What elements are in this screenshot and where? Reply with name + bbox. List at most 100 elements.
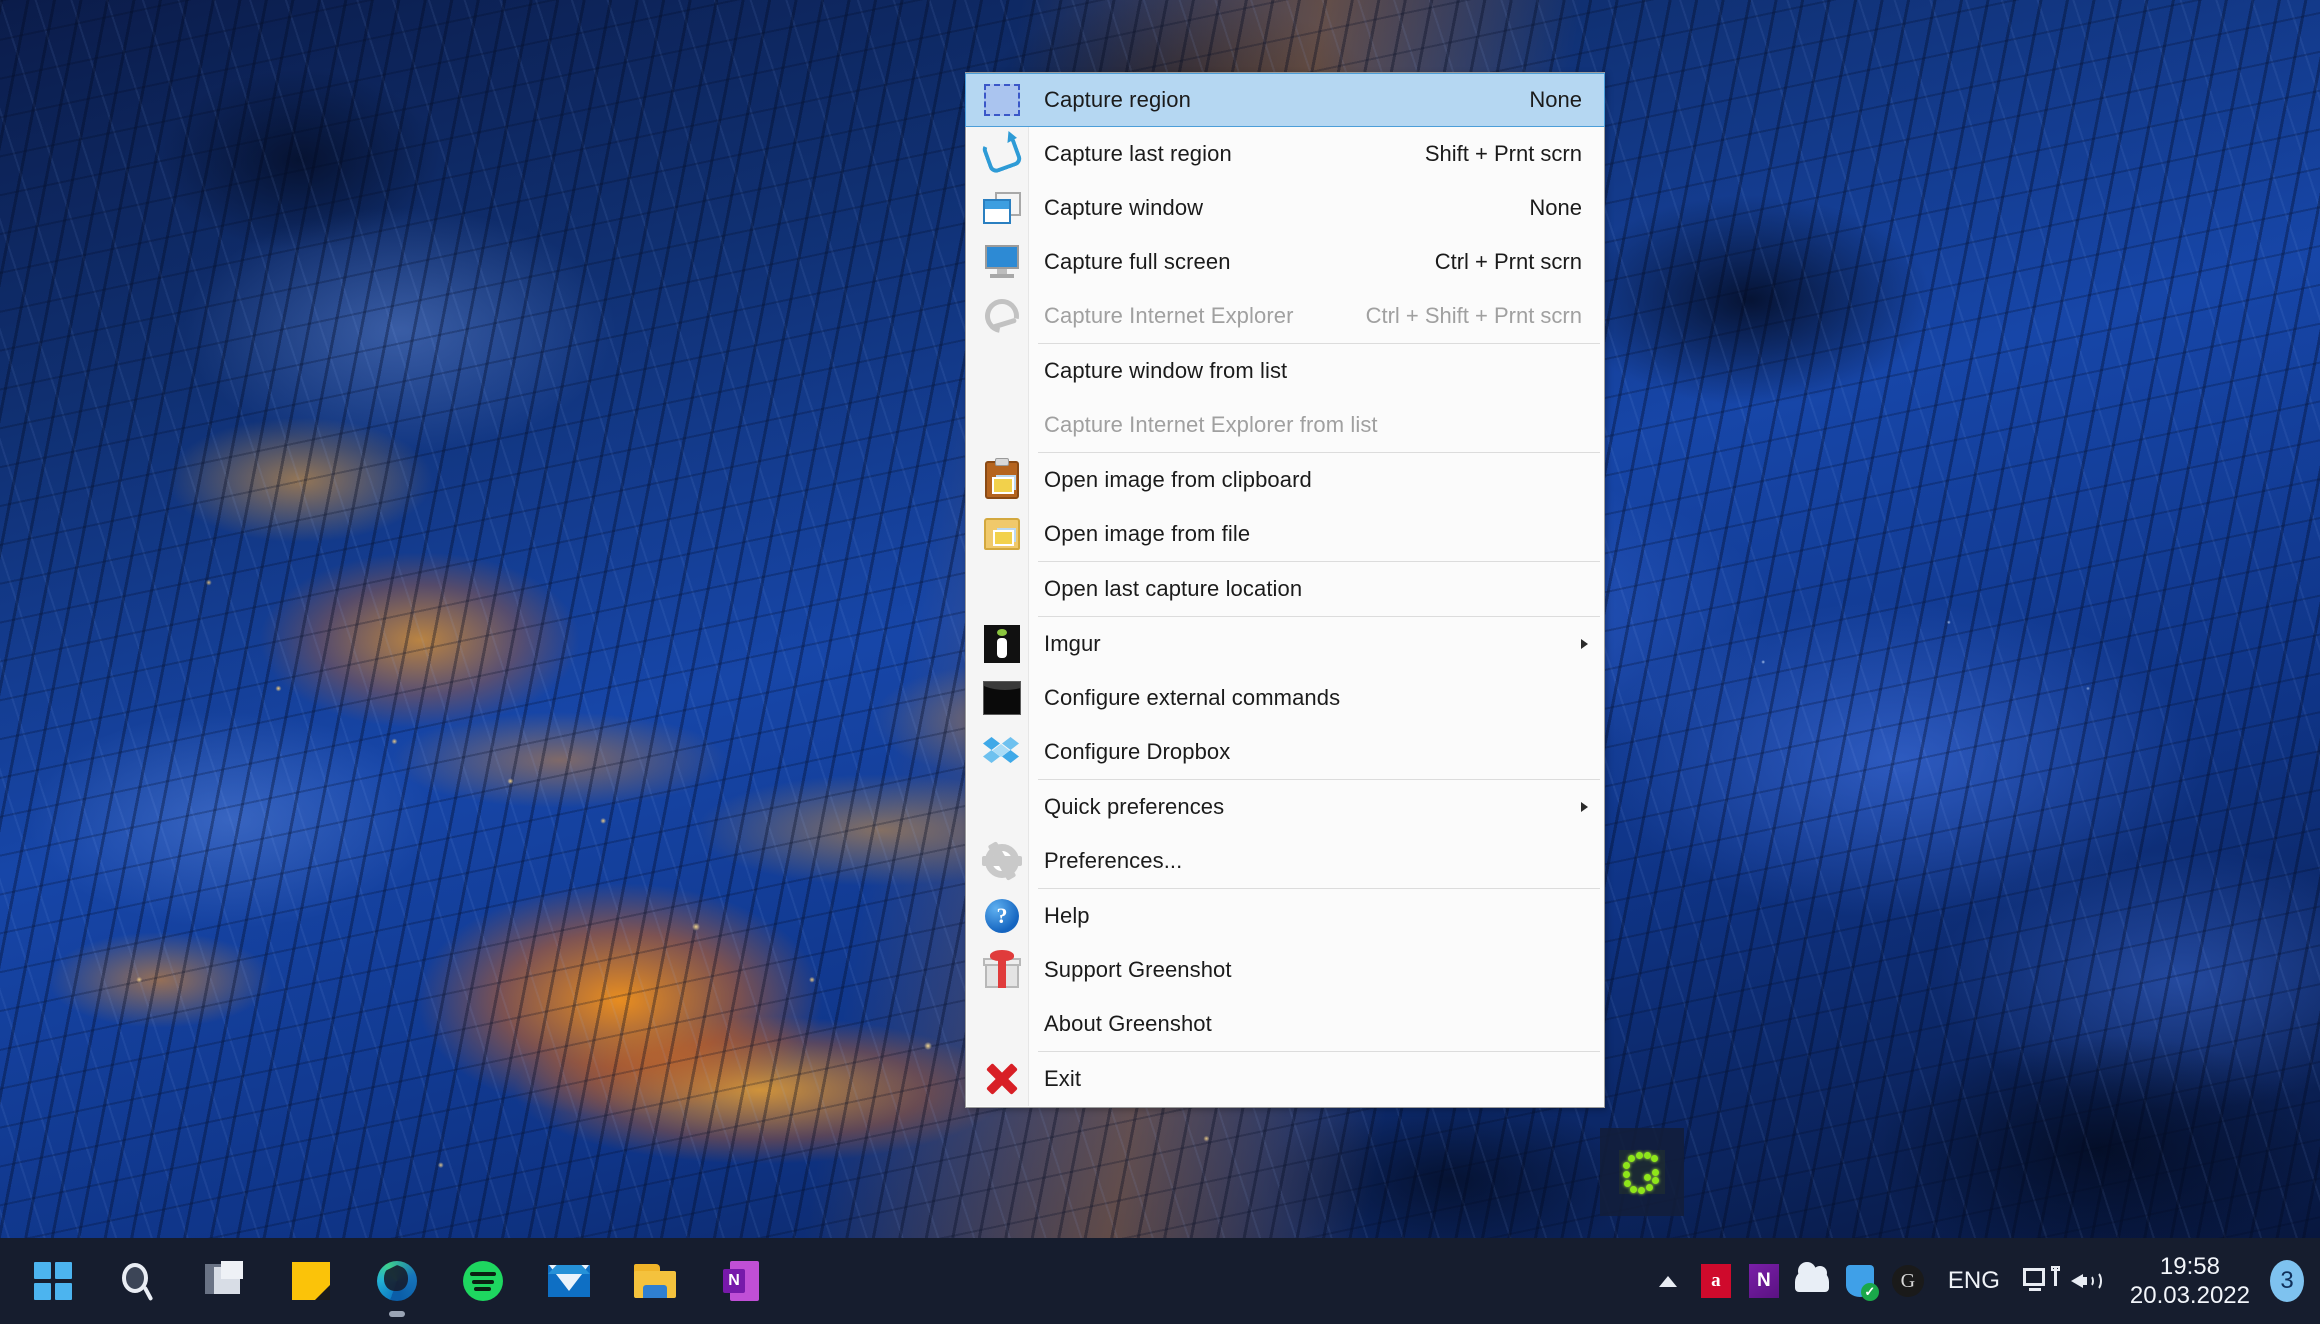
menu-item-label: Open last capture location <box>1044 576 1303 601</box>
menu-item-open-image-from-clipboard[interactable]: Open image from clipboard <box>966 453 1604 507</box>
spotify-button[interactable] <box>440 1238 526 1324</box>
volume-icon <box>2070 1266 2105 1296</box>
menu-item-label: Capture full screen <box>1044 249 1231 274</box>
file-explorer-button[interactable] <box>612 1238 698 1324</box>
active-app-indicator <box>389 1311 405 1317</box>
menu-item-label: Quick preferences <box>1044 794 1225 819</box>
onenote-button[interactable]: N <box>698 1238 784 1324</box>
sticky-notes-icon <box>292 1262 330 1300</box>
empty-icon-slot <box>976 785 1028 829</box>
clock-time: 19:58 <box>2159 1252 2220 1280</box>
menu-item-label: Capture region <box>1044 87 1191 112</box>
menu-item-exit[interactable]: Exit <box>966 1052 1604 1106</box>
menu-item-label: Capture window <box>1044 195 1204 220</box>
menu-item-capture-full-screen[interactable]: Capture full screen Ctrl + Prnt scrn <box>966 235 1604 289</box>
menu-item-label: Open image from file <box>1044 521 1251 546</box>
help-icon: ? <box>976 894 1028 938</box>
search-icon <box>120 1262 158 1302</box>
menu-item-capture-region[interactable]: Capture region None <box>965 73 1605 127</box>
clipboard-image-icon <box>976 458 1028 502</box>
menu-item-label: Help <box>1044 903 1090 928</box>
taskbar-apps: N <box>0 1238 784 1324</box>
menu-item-label: Support Greenshot <box>1044 957 1232 982</box>
edge-icon <box>377 1261 417 1301</box>
notification-badge[interactable]: 3 <box>2270 1260 2304 1302</box>
language-indicator[interactable]: ENG <box>1932 1267 2016 1295</box>
menu-item-capture-window[interactable]: Capture window None <box>966 181 1604 235</box>
greenshot-logo-icon <box>1619 1150 1665 1194</box>
amd-icon: a <box>1700 1264 1731 1298</box>
empty-icon-slot <box>976 403 1028 447</box>
sticky-notes-button[interactable] <box>268 1238 354 1324</box>
menu-item-help[interactable]: ? Help <box>966 889 1604 943</box>
submenu-arrow-icon <box>1581 639 1588 649</box>
search-button[interactable] <box>96 1238 182 1324</box>
menu-item-capture-internet-explorer: Capture Internet Explorer Ctrl + Shift +… <box>966 289 1604 343</box>
menu-item-capture-window-from-list[interactable]: Capture window from list <box>966 344 1604 398</box>
greenshot-tray-flyout[interactable] <box>1600 1128 1684 1216</box>
empty-icon-slot <box>976 567 1028 611</box>
menu-item-label: Preferences... <box>1044 848 1183 873</box>
mail-button[interactable] <box>526 1238 612 1324</box>
network-icon <box>2022 1266 2060 1296</box>
clock[interactable]: 19:58 20.03.2022 <box>2112 1252 2262 1311</box>
onenote-icon: N <box>723 1261 759 1301</box>
folder-icon <box>634 1264 676 1298</box>
menu-item-label: Capture last region <box>1044 141 1232 166</box>
menu-item-shortcut: None <box>1529 87 1582 112</box>
console-icon <box>976 676 1028 720</box>
tray-overflow-button[interactable] <box>1644 1238 1692 1324</box>
window-icon <box>976 186 1028 230</box>
exit-icon <box>976 1057 1028 1101</box>
amd-tray-icon[interactable]: a <box>1692 1238 1740 1324</box>
desktop: Capture region None Capture last region … <box>0 0 2320 1324</box>
network-button[interactable] <box>2016 1238 2064 1324</box>
menu-item-open-image-from-file[interactable]: Open image from file <box>966 507 1604 561</box>
dropbox-icon <box>976 730 1028 774</box>
last-region-icon <box>976 132 1028 176</box>
empty-icon-slot <box>976 349 1028 393</box>
menu-item-shortcut: Ctrl + Prnt scrn <box>1434 249 1582 274</box>
region-icon <box>976 78 1028 122</box>
menu-item-label: Capture Internet Explorer <box>1044 303 1294 328</box>
taskbar: N a N ✓ G ENG 19:58 20.03.2022 3 <box>0 1238 2320 1324</box>
spotify-icon <box>463 1261 503 1301</box>
menu-item-preferences[interactable]: Preferences... <box>966 834 1604 888</box>
edge-button[interactable] <box>354 1238 440 1324</box>
folder-image-icon <box>976 512 1028 556</box>
gear-icon <box>976 839 1028 883</box>
menu-item-configure-dropbox[interactable]: Configure Dropbox <box>966 725 1604 779</box>
menu-item-label: About Greenshot <box>1044 1011 1212 1036</box>
menu-item-label: Configure external commands <box>1044 685 1341 710</box>
empty-icon-slot <box>976 1002 1028 1046</box>
menu-item-shortcut: Ctrl + Shift + Prnt scrn <box>1365 303 1582 328</box>
menu-item-label: Capture window from list <box>1044 358 1288 383</box>
clock-date: 20.03.2022 <box>2129 1282 2250 1309</box>
menu-item-label: Imgur <box>1044 631 1101 656</box>
task-view-button[interactable] <box>182 1238 268 1324</box>
menu-item-label: Configure Dropbox <box>1044 739 1231 764</box>
shield-check-icon: ✓ <box>1845 1265 1879 1301</box>
menu-item-imgur[interactable]: Imgur <box>966 617 1604 671</box>
menu-item-open-last-capture-location[interactable]: Open last capture location <box>966 562 1604 616</box>
menu-item-quick-preferences[interactable]: Quick preferences <box>966 780 1604 834</box>
onenote-icon: N <box>1748 1264 1779 1298</box>
volume-button[interactable] <box>2064 1238 2112 1324</box>
monitor-icon <box>976 240 1028 284</box>
mail-icon <box>548 1265 590 1297</box>
chevron-up-icon <box>1658 1275 1677 1287</box>
security-tray-icon[interactable]: ✓ <box>1836 1238 1884 1324</box>
menu-item-label: Capture Internet Explorer from list <box>1044 412 1378 437</box>
onenote-tray-icon[interactable]: N <box>1740 1238 1788 1324</box>
system-tray: a N ✓ G ENG 19:58 20.03.2022 3 <box>1644 1238 2320 1324</box>
menu-item-capture-last-region[interactable]: Capture last region Shift + Prnt scrn <box>966 127 1604 181</box>
menu-item-about-greenshot[interactable]: About Greenshot <box>966 997 1604 1051</box>
logitech-tray-icon[interactable]: G <box>1884 1238 1932 1324</box>
menu-item-support-greenshot[interactable]: Support Greenshot <box>966 943 1604 997</box>
onenote-glyph: N <box>723 1269 745 1293</box>
submenu-arrow-icon <box>1581 802 1588 812</box>
menu-item-configure-external-commands[interactable]: Configure external commands <box>966 671 1604 725</box>
start-button[interactable] <box>10 1238 96 1324</box>
greenshot-context-menu[interactable]: Capture region None Capture last region … <box>965 72 1605 1108</box>
onedrive-tray-icon[interactable] <box>1788 1238 1836 1324</box>
